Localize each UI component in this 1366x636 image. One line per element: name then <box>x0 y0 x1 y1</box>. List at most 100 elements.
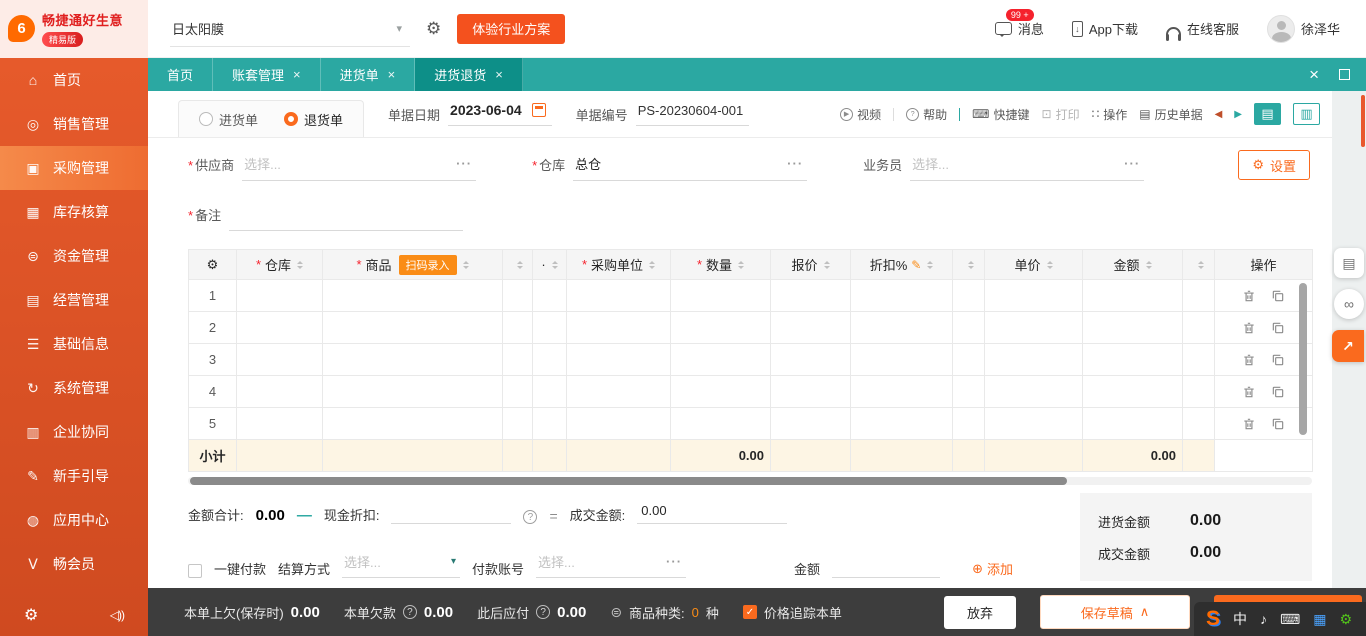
copy-row-icon[interactable] <box>1265 416 1291 431</box>
operations-button[interactable]: ∷ 操作 <box>1092 106 1128 123</box>
sidebar-gear-icon[interactable]: ⚙ <box>24 605 38 625</box>
history-button[interactable]: ▤ 历史单据 <box>1139 106 1202 123</box>
date-field[interactable]: 2023-06-04 <box>448 102 552 126</box>
settlement-select[interactable]: 选择... ▾ <box>342 552 461 578</box>
col-blank-3[interactable] <box>1182 249 1215 280</box>
experience-solution-button[interactable]: 体验行业方案 <box>457 13 566 44</box>
delete-row-icon[interactable] <box>1236 352 1262 367</box>
abandon-button[interactable]: 放弃 <box>944 595 1016 629</box>
more-icon[interactable]: ··· <box>666 554 682 569</box>
one-click-pay-checkbox[interactable] <box>188 564 202 578</box>
settings-button[interactable]: ⚙ 设置 <box>1238 150 1310 180</box>
col-discount[interactable]: 折扣% ✎ <box>850 249 953 280</box>
sidebar-item-system[interactable]: ↻ 系统管理 <box>0 366 148 410</box>
delete-row-icon[interactable] <box>1236 288 1262 303</box>
table-row[interactable]: 3 <box>188 343 1313 376</box>
close-icon[interactable]: × <box>495 67 503 82</box>
more-icon[interactable]: ··· <box>787 156 803 171</box>
more-icon[interactable]: ··· <box>456 156 472 171</box>
sidebar-item-app-center[interactable]: ◍ 应用中心 <box>0 498 148 542</box>
sidebar-item-inventory[interactable]: ▦ 库存核算 <box>0 190 148 234</box>
draft-list-button[interactable]: ▤ <box>1334 248 1364 278</box>
table-row[interactable]: 4 <box>188 375 1313 408</box>
ime-keyboard-icon[interactable]: ⌨ <box>1280 611 1300 628</box>
sidebar-item-funds[interactable]: ⊜ 资金管理 <box>0 234 148 278</box>
close-icon[interactable]: × <box>388 67 396 82</box>
tab-account-management[interactable]: 账套管理 × <box>213 58 321 91</box>
speaker-icon[interactable]: ◁)) <box>110 608 125 622</box>
tab-purchase-order[interactable]: 进货单 × <box>321 58 416 91</box>
list-view-toggle[interactable]: ▥ <box>1293 103 1320 125</box>
col-unit[interactable]: * 采购单位 <box>566 249 671 280</box>
help-icon[interactable]: ? <box>402 605 417 619</box>
sidebar-item-business[interactable]: ▤ 经营管理 <box>0 278 148 322</box>
tab-home[interactable]: 首页 <box>148 58 214 91</box>
copy-row-icon[interactable] <box>1265 288 1291 303</box>
more-icon[interactable]: ··· <box>1124 156 1140 171</box>
col-product[interactable]: * 商品 扫码录入 <box>322 249 503 280</box>
col-amount[interactable]: 金额 <box>1082 249 1183 280</box>
next-arrow-icon[interactable]: ▶ <box>1234 109 1242 120</box>
delete-row-icon[interactable] <box>1236 320 1262 335</box>
expand-panel-button[interactable]: ↗ <box>1332 330 1364 362</box>
video-button[interactable]: ▶ 视频 <box>840 106 881 123</box>
sidebar-item-home[interactable]: ⌂ 首页 <box>0 58 148 102</box>
calendar-icon[interactable] <box>531 103 546 117</box>
clerk-field[interactable]: 选择... ··· <box>910 154 1145 181</box>
delete-row-icon[interactable] <box>1236 416 1262 431</box>
help-button[interactable]: ? 帮助 <box>906 106 947 123</box>
supplier-field[interactable]: 选择... ··· <box>242 154 477 181</box>
fullscreen-icon[interactable] <box>1339 69 1350 80</box>
add-payment-button[interactable]: ⊕ 添加 <box>972 559 1013 578</box>
hotkeys-button[interactable]: ⌨ 快捷键 <box>972 106 1029 123</box>
sidebar-item-base-info[interactable]: ☰ 基础信息 <box>0 322 148 366</box>
scan-entry-badge[interactable]: 扫码录入 <box>398 254 457 275</box>
sidebar-item-collaboration[interactable]: ▥ 企业协同 <box>0 410 148 454</box>
help-icon[interactable]: ? <box>536 605 551 619</box>
price-track-toggle[interactable]: ✓ 价格追踪本单 <box>742 603 842 622</box>
table-vertical-scrollbar[interactable] <box>1299 283 1307 467</box>
tab-purchase-return[interactable]: 进货退货 × <box>415 58 523 91</box>
sidebar-item-purchase[interactable]: ▣ 采购管理 <box>0 146 148 190</box>
col-quote[interactable]: 报价 <box>770 249 851 280</box>
col-qty[interactable]: * 数量 <box>670 249 771 280</box>
ime-mode-toggle[interactable]: 中 <box>1233 609 1247 629</box>
ime-handwrite-icon[interactable]: ▦ <box>1313 611 1326 628</box>
prev-arrow-icon[interactable]: ◀ <box>1215 109 1223 120</box>
sidebar-item-member[interactable]: Ⅴ 畅会员 <box>0 542 148 586</box>
ime-toolbox-icon[interactable]: ⚙ <box>1339 611 1352 628</box>
print-button[interactable]: ⊡ 打印 <box>1042 106 1080 123</box>
copy-row-icon[interactable] <box>1265 352 1291 367</box>
company-select[interactable]: 日太阳膜 ▾ <box>170 11 410 47</box>
close-icon[interactable]: × <box>293 67 301 82</box>
col-blank-1[interactable] <box>502 249 533 280</box>
table-horizontal-scrollbar[interactable] <box>188 477 1312 485</box>
delete-row-icon[interactable] <box>1236 384 1262 399</box>
col-warehouse[interactable]: * 仓库 <box>236 249 323 280</box>
radio-purchase-order[interactable]: 进货单 <box>199 110 258 129</box>
user-menu[interactable]: 徐泽华 <box>1266 14 1340 43</box>
sogou-logo-icon[interactable]: S <box>1206 607 1220 631</box>
col-dot[interactable]: · <box>532 249 567 280</box>
amount-input[interactable] <box>832 558 941 578</box>
col-blank-2[interactable] <box>952 249 985 280</box>
table-row[interactable]: 1 <box>188 279 1313 312</box>
table-view-toggle[interactable]: ▤ <box>1254 103 1281 125</box>
document-number-field[interactable]: PS-20230604-001 <box>635 103 750 126</box>
related-link-button[interactable]: ∞ <box>1334 289 1364 319</box>
table-row[interactable]: 5 <box>188 407 1313 440</box>
remark-field[interactable] <box>229 208 464 231</box>
price-track-checkbox[interactable]: ✓ <box>742 605 757 619</box>
messages-button[interactable]: 消息 99 + <box>994 8 1044 38</box>
sidebar-item-sales[interactable]: ◎ 销售管理 <box>0 102 148 146</box>
col-price[interactable]: 单价 <box>984 249 1083 280</box>
warehouse-field[interactable]: 总仓 ··· <box>573 154 808 181</box>
app-download-button[interactable]: ↓ App下载 <box>1071 19 1138 38</box>
payment-account-field[interactable]: 选择... ··· <box>536 552 687 578</box>
table-row[interactable]: 2 <box>188 311 1313 344</box>
copy-row-icon[interactable] <box>1265 384 1291 399</box>
page-scrollbar-thumb[interactable] <box>1361 95 1365 147</box>
cash-discount-input[interactable] <box>391 504 512 524</box>
help-icon[interactable]: ? <box>523 510 538 524</box>
ime-voice-icon[interactable]: ♪ <box>1260 611 1267 627</box>
